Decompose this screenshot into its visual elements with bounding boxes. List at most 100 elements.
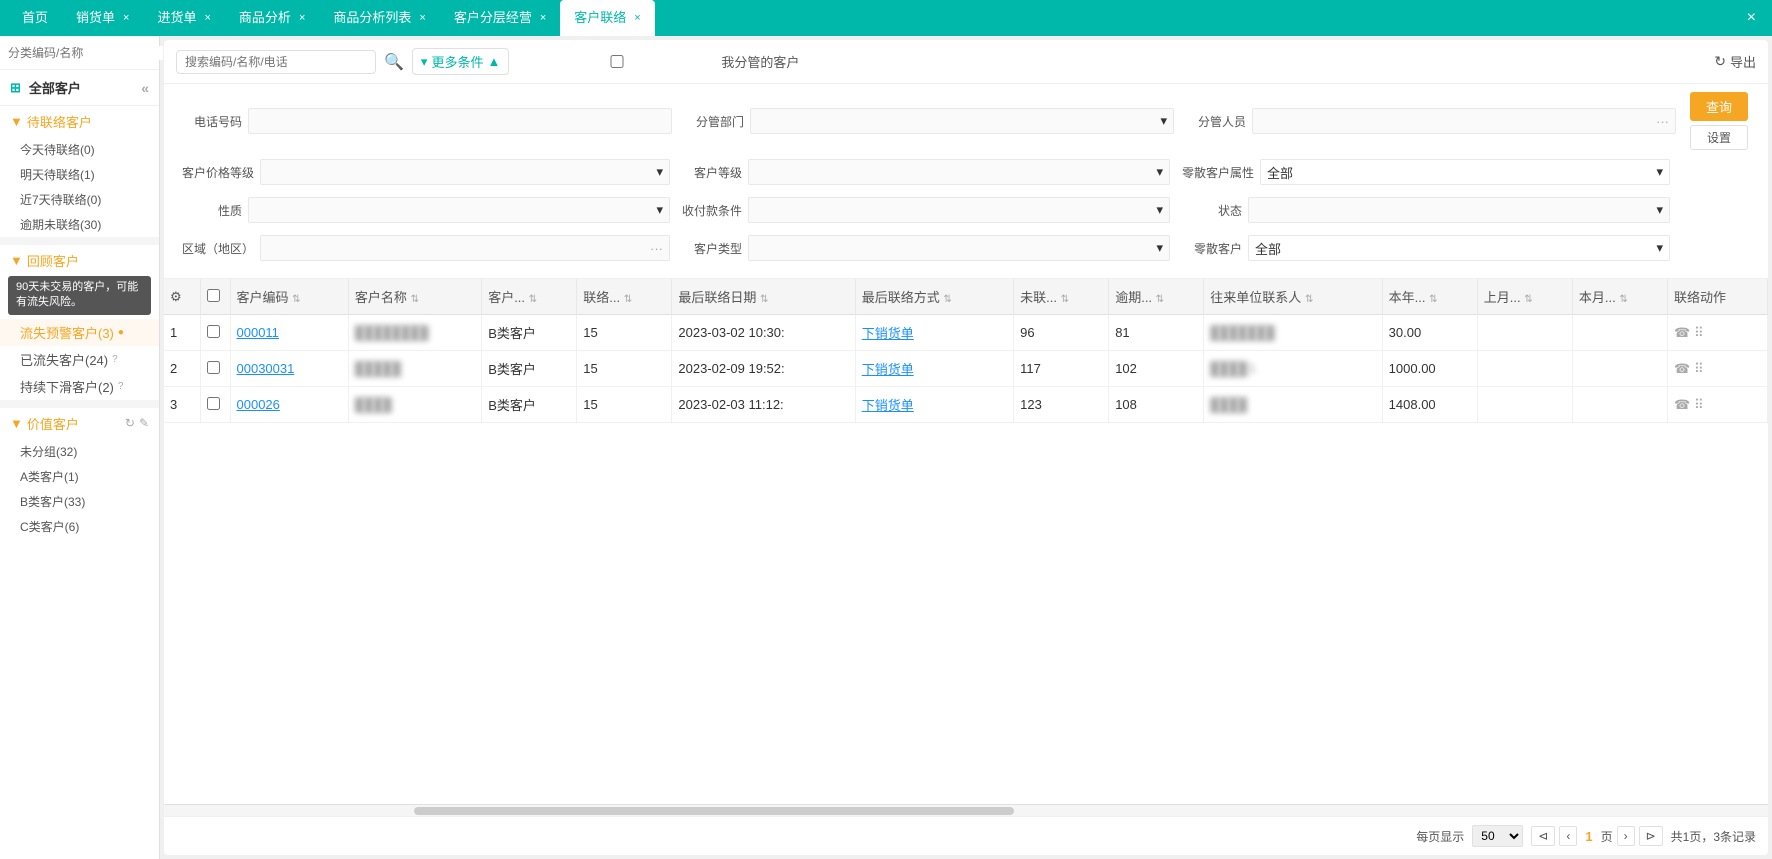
col-checkbox[interactable]	[200, 279, 230, 315]
row1-contact-icon[interactable]: ☎	[1674, 325, 1690, 341]
row2-checkbox[interactable]	[200, 351, 230, 387]
row3-checkbox-input[interactable]	[207, 397, 220, 410]
close-all-button[interactable]: ×	[1739, 9, 1764, 27]
overdue-sort-icon[interactable]: ⇅	[1156, 294, 1164, 305]
sidebar-group-review[interactable]: ▼ 回顾客户	[0, 245, 159, 276]
nav-sales[interactable]: 销货单 ×	[62, 0, 143, 36]
filter-nature-select[interactable]: ▾	[248, 197, 670, 223]
row2-last-way[interactable]: 下销货单	[855, 351, 1013, 387]
sidebar-group-pending[interactable]: ▼ 待联络客户	[0, 106, 159, 137]
scrollbar-thumb[interactable]	[414, 807, 1014, 815]
row1-last-way[interactable]: 下销货单	[855, 315, 1013, 351]
row3-last-way[interactable]: 下销货单	[855, 387, 1013, 423]
region-dots[interactable]: ···	[650, 241, 663, 256]
row1-code[interactable]: 000011	[230, 315, 348, 351]
contact-sort-icon[interactable]: ⇅	[624, 294, 632, 305]
filter-price-tier-select[interactable]: ▾	[260, 159, 670, 185]
sidebar-item-declining[interactable]: 持续下滑客户(2) ?	[0, 373, 159, 400]
filter-region-select[interactable]: ···	[260, 235, 670, 261]
row3-contact-icon[interactable]: ☎	[1674, 397, 1690, 413]
sidebar-item-ungrouped[interactable]: 未分组(32)	[0, 439, 159, 464]
filter-customer-tier-select[interactable]: ▾	[748, 159, 1170, 185]
this-month-sort-icon[interactable]: ⇅	[1619, 294, 1627, 305]
person-dots[interactable]: ···	[1656, 114, 1669, 129]
filter-scatter-attr-select[interactable]: 全部 ▾	[1260, 159, 1670, 185]
row3-code[interactable]: 000026	[230, 387, 348, 423]
type-sort-icon[interactable]: ⇅	[529, 294, 537, 305]
row2-more-icon[interactable]: ⠿	[1694, 361, 1704, 377]
row2-code[interactable]: 00030031	[230, 351, 348, 387]
select-all-checkbox[interactable]	[207, 289, 220, 302]
filter-scatter-select[interactable]: 全部 ▾	[1248, 235, 1670, 261]
export-button[interactable]: ↻ 导出	[1714, 52, 1756, 71]
value-edit-icon[interactable]: ✎	[139, 416, 149, 430]
col-settings[interactable]: ⚙	[164, 279, 200, 315]
nav-product-list[interactable]: 商品分析列表 ×	[319, 0, 439, 36]
nav-product-analysis[interactable]: 商品分析 ×	[225, 0, 319, 36]
more-filter-button[interactable]: ▾ 更多条件 ▲	[412, 48, 509, 75]
name-sort-icon[interactable]: ⇅	[411, 294, 419, 305]
row1-checkbox-input[interactable]	[207, 325, 220, 338]
nav-customer-contact[interactable]: 客户联络 ×	[560, 0, 654, 36]
sidebar-item-7days[interactable]: 近7天待联络(0)	[0, 187, 159, 212]
sidebar-item-churned[interactable]: 已流失客户(24) ?	[0, 346, 159, 373]
all-customers-label[interactable]: 全部客户	[29, 78, 81, 97]
last-month-sort-icon[interactable]: ⇅	[1524, 294, 1532, 305]
filter-payment-select[interactable]: ▾	[748, 197, 1170, 223]
liaison-sort-icon[interactable]: ⇅	[1305, 294, 1313, 305]
uncontact-sort-icon[interactable]: ⇅	[1061, 294, 1069, 305]
next-page-button[interactable]: ›	[1617, 826, 1635, 846]
first-page-button[interactable]: ⊲	[1531, 826, 1555, 846]
close-purchase-tab[interactable]: ×	[204, 0, 210, 36]
nav-home[interactable]: 首页	[8, 0, 62, 36]
query-button[interactable]: 查询	[1690, 92, 1748, 121]
nav-purchase[interactable]: 进货单 ×	[143, 0, 224, 36]
row2-contact-icon[interactable]: ☎	[1674, 361, 1690, 377]
row3-more-icon[interactable]: ⠿	[1694, 397, 1704, 413]
sidebar-search-input[interactable]	[8, 46, 163, 60]
close-product-analysis-tab[interactable]: ×	[299, 0, 305, 36]
row3-checkbox[interactable]	[200, 387, 230, 423]
last-date-sort-icon[interactable]: ⇅	[760, 294, 768, 305]
this-year-sort-icon[interactable]: ⇅	[1429, 294, 1437, 305]
sidebar-collapse-button[interactable]: «	[141, 80, 149, 96]
declining-help-icon[interactable]: ?	[118, 381, 124, 392]
page-size-select[interactable]: 50 100 200	[1472, 825, 1523, 847]
row1-checkbox[interactable]	[200, 315, 230, 351]
sidebar-item-class-a[interactable]: A类客户(1)	[0, 464, 159, 489]
horizontal-scrollbar[interactable]	[164, 804, 1768, 816]
settings-icon[interactable]: ⚙	[170, 289, 182, 304]
filter-person-select[interactable]: ···	[1252, 108, 1676, 134]
last-page-button[interactable]: ⊳	[1639, 826, 1663, 846]
row2-checkbox-input[interactable]	[207, 361, 220, 374]
sidebar-item-churn-warning[interactable]: 流失预警客户(3) ●	[0, 319, 159, 346]
filter-dept-select[interactable]: ▾	[750, 108, 1174, 134]
sidebar-group-value[interactable]: ▼ 价值客户 ↻ ✎	[0, 408, 159, 439]
my-customers-checkbox-input[interactable]	[517, 55, 717, 68]
search-button[interactable]: 🔍	[384, 52, 404, 72]
sidebar-item-class-b[interactable]: B类客户(33)	[0, 489, 159, 514]
settings-button[interactable]: 设置	[1690, 125, 1748, 150]
close-customer-contact-tab[interactable]: ×	[634, 0, 640, 36]
close-product-list-tab[interactable]: ×	[419, 0, 425, 36]
close-customer-tier-tab[interactable]: ×	[540, 0, 546, 36]
nav-customer-tier[interactable]: 客户分层经营 ×	[440, 0, 560, 36]
last-way-sort-icon[interactable]: ⇅	[943, 294, 951, 305]
sidebar-item-overdue[interactable]: 逾期未联络(30)	[0, 212, 159, 237]
search-input[interactable]	[176, 50, 376, 74]
value-refresh-icon[interactable]: ↻	[125, 416, 135, 430]
row3-this-year: 1408.00	[1382, 387, 1477, 423]
sidebar-item-tomorrow[interactable]: 明天待联络(1)	[0, 162, 159, 187]
my-customers-checkbox[interactable]: 我分管的客户	[517, 52, 799, 71]
close-sales-tab[interactable]: ×	[123, 0, 129, 36]
filter-status-select[interactable]: ▾	[1248, 197, 1670, 223]
sidebar-item-today[interactable]: 今天待联络(0)	[0, 137, 159, 162]
prev-page-button[interactable]: ‹	[1559, 826, 1577, 846]
sidebar-item-class-c[interactable]: C类客户(6)	[0, 514, 159, 539]
filter-customer-type-select[interactable]: ▾	[748, 235, 1170, 261]
row1-more-icon[interactable]: ⠿	[1694, 325, 1704, 341]
churned-help-icon[interactable]: ?	[112, 354, 118, 365]
code-sort-icon[interactable]: ⇅	[292, 294, 300, 305]
filter-phone-input[interactable]	[248, 108, 672, 134]
refresh-icon[interactable]: ↻	[1714, 53, 1726, 70]
